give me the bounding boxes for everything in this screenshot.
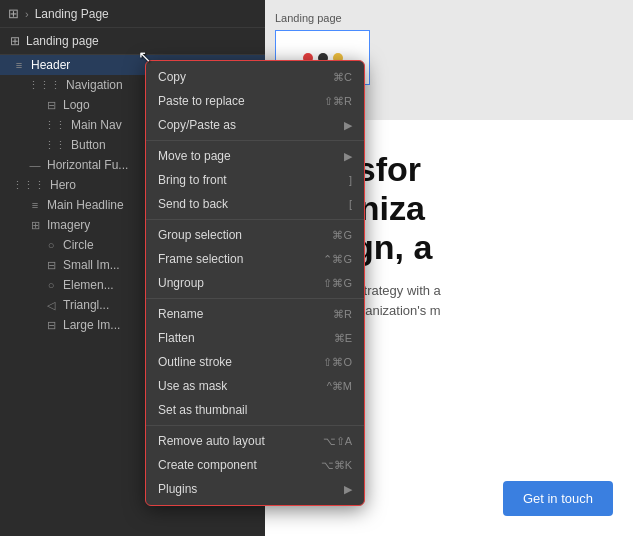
rename-shortcut: ⌘R: [333, 308, 352, 321]
navigation-icon: ⋮⋮⋮: [28, 79, 61, 92]
main-nav-label: Main Nav: [71, 118, 122, 132]
copy-shortcut: ⌘C: [333, 71, 352, 84]
context-menu: ↖ Copy ⌘C Paste to replace ⇧⌘R Copy/Past…: [145, 60, 365, 506]
menu-item-copy-paste-as[interactable]: Copy/Paste as ▶: [146, 113, 364, 137]
create-component-label: Create component: [158, 458, 257, 472]
group-selection-label: Group selection: [158, 228, 242, 242]
hero-label: Hero: [50, 178, 76, 192]
header-icon: ≡: [12, 59, 26, 71]
grid-icon: ⊞: [8, 6, 19, 21]
element-icon: ○: [44, 279, 58, 291]
flatten-shortcut: ⌘E: [334, 332, 352, 345]
flatten-label: Flatten: [158, 331, 195, 345]
main-headline-icon: ≡: [28, 199, 42, 211]
remove-auto-layout-shortcut: ⌥⇧A: [323, 435, 352, 448]
frame-selection-label: Frame selection: [158, 252, 243, 266]
paste-replace-label: Paste to replace: [158, 94, 245, 108]
ungroup-shortcut: ⇧⌘G: [323, 277, 352, 290]
hero-icon: ⋮⋮⋮: [12, 179, 45, 192]
menu-item-ungroup[interactable]: Ungroup ⇧⌘G: [146, 271, 364, 295]
menu-item-flatten[interactable]: Flatten ⌘E: [146, 326, 364, 350]
menu-item-create-component[interactable]: Create component ⌥⌘K: [146, 453, 364, 477]
bring-front-label: Bring to front: [158, 173, 227, 187]
group-selection-shortcut: ⌘G: [332, 229, 352, 242]
outline-stroke-shortcut: ⇧⌘O: [323, 356, 352, 369]
menu-item-rename[interactable]: Rename ⌘R: [146, 302, 364, 326]
plugins-arrow: ▶: [344, 483, 352, 496]
menu-item-bring-to-front[interactable]: Bring to front ]: [146, 168, 364, 192]
button-icon: ⋮⋮: [44, 139, 66, 152]
menu-item-outline-stroke[interactable]: Outline stroke ⇧⌘O: [146, 350, 364, 374]
set-thumbnail-label: Set as thumbnail: [158, 403, 247, 417]
section-header: ⊞ Landing page: [0, 28, 265, 55]
imagery-icon: ⊞: [28, 219, 42, 232]
separator-1: [146, 140, 364, 141]
move-to-page-label: Move to page: [158, 149, 231, 163]
small-img-icon: ⊟: [44, 259, 58, 272]
menu-item-paste-to-replace[interactable]: Paste to replace ⇧⌘R: [146, 89, 364, 113]
logo-label: Logo: [63, 98, 90, 112]
section-title: Landing page: [26, 34, 99, 48]
breadcrumb-arrow: ›: [25, 8, 29, 20]
main-nav-icon: ⋮⋮: [44, 119, 66, 132]
menu-item-plugins[interactable]: Plugins ▶: [146, 477, 364, 501]
menu-item-copy[interactable]: Copy ⌘C: [146, 65, 364, 89]
separator-3: [146, 298, 364, 299]
menu-item-set-as-thumbnail[interactable]: Set as thumbnail: [146, 398, 364, 422]
move-to-page-arrow: ▶: [344, 150, 352, 163]
page-title: Landing Page: [35, 7, 109, 21]
logo-icon: ⊟: [44, 99, 58, 112]
triangle-icon: ◁: [44, 299, 58, 312]
triangle-label: Triangl...: [63, 298, 109, 312]
imagery-label: Imagery: [47, 218, 90, 232]
circle-label: Circle: [63, 238, 94, 252]
canvas-label: Landing page: [275, 12, 342, 24]
menu-item-remove-auto-layout[interactable]: Remove auto layout ⌥⇧A: [146, 429, 364, 453]
element-label: Elemen...: [63, 278, 114, 292]
copy-paste-as-label: Copy/Paste as: [158, 118, 236, 132]
copy-paste-as-arrow: ▶: [344, 119, 352, 132]
get-in-touch-button[interactable]: Get in touch: [503, 481, 613, 516]
outline-stroke-label: Outline stroke: [158, 355, 232, 369]
copy-label: Copy: [158, 70, 186, 84]
button-label: Button: [71, 138, 106, 152]
frame-selection-shortcut: ⌃⌘G: [323, 253, 352, 266]
separator-4: [146, 425, 364, 426]
create-component-shortcut: ⌥⌘K: [321, 459, 352, 472]
header-label: Header: [31, 58, 70, 72]
small-img-label: Small Im...: [63, 258, 120, 272]
remove-auto-layout-label: Remove auto layout: [158, 434, 265, 448]
horizontal-icon: —: [28, 159, 42, 171]
large-img-icon: ⊟: [44, 319, 58, 332]
menu-item-frame-selection[interactable]: Frame selection ⌃⌘G: [146, 247, 364, 271]
circle-icon: ○: [44, 239, 58, 251]
send-back-shortcut: [: [349, 198, 352, 210]
horizontal-label: Horizontal Fu...: [47, 158, 128, 172]
large-img-label: Large Im...: [63, 318, 120, 332]
use-as-mask-label: Use as mask: [158, 379, 227, 393]
left-panel: ⊞ › Landing Page ⊞ Landing page ≡ Header…: [0, 0, 265, 536]
use-as-mask-shortcut: ^⌘M: [327, 380, 352, 393]
menu-item-send-to-back[interactable]: Send to back [: [146, 192, 364, 216]
navigation-label: Navigation: [66, 78, 123, 92]
section-icon: ⊞: [10, 34, 20, 48]
plugins-label: Plugins: [158, 482, 197, 496]
send-back-label: Send to back: [158, 197, 228, 211]
separator-2: [146, 219, 364, 220]
rename-label: Rename: [158, 307, 203, 321]
ungroup-label: Ungroup: [158, 276, 204, 290]
menu-item-move-to-page[interactable]: Move to page ▶: [146, 144, 364, 168]
menu-item-group-selection[interactable]: Group selection ⌘G: [146, 223, 364, 247]
bring-front-shortcut: ]: [349, 174, 352, 186]
paste-replace-shortcut: ⇧⌘R: [324, 95, 352, 108]
menu-item-use-as-mask[interactable]: Use as mask ^⌘M: [146, 374, 364, 398]
main-headline-label: Main Headline: [47, 198, 124, 212]
top-bar: ⊞ › Landing Page: [0, 0, 265, 28]
